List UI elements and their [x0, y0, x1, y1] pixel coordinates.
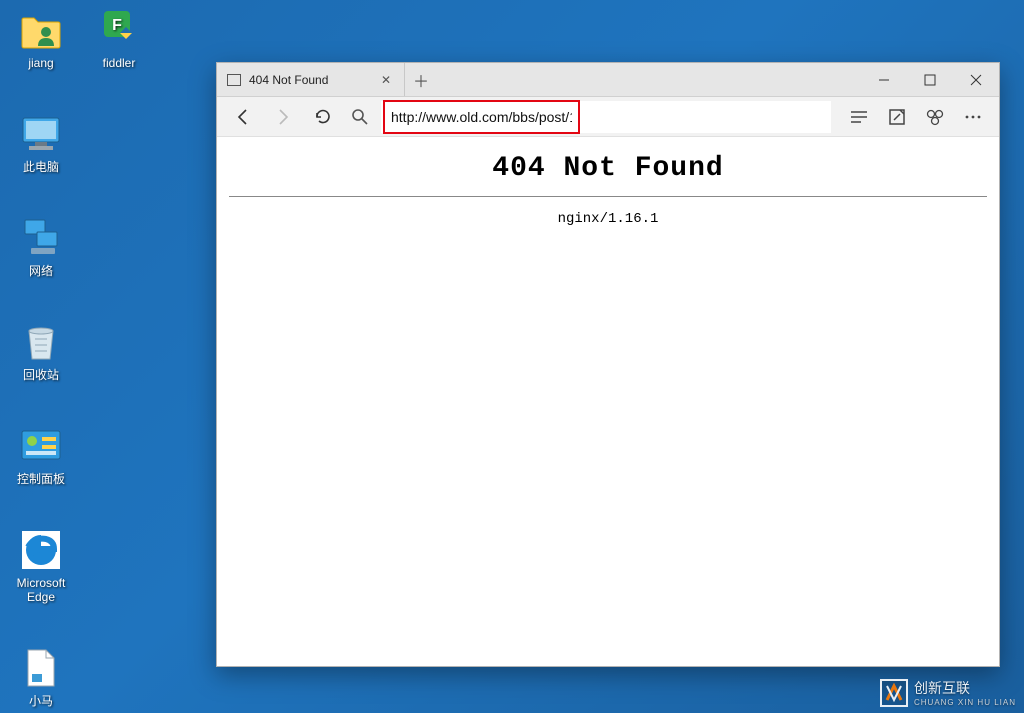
desktop-icon-network[interactable]: 网络 [4, 216, 78, 278]
tab-close-button[interactable]: ✕ [376, 73, 396, 87]
refresh-button[interactable] [305, 99, 341, 135]
desktop-icon-recycle-bin[interactable]: 回收站 [4, 320, 78, 382]
svg-text:F: F [112, 17, 122, 34]
watermark: 创新互联 CHUANG XIN HU LIAN [880, 678, 1016, 707]
recycle-bin-icon [19, 320, 63, 364]
desktop-icon-user-folder[interactable]: jiang [4, 8, 78, 70]
browser-tab[interactable]: 404 Not Found ✕ [217, 63, 405, 96]
forward-button[interactable] [265, 99, 301, 135]
reading-view-button[interactable] [841, 99, 877, 135]
desktop-icon-label: 此电脑 [23, 160, 59, 174]
watermark-logo-icon [880, 679, 908, 707]
minimize-button[interactable] [861, 63, 907, 96]
desktop-icon-xiaoma[interactable]: 小马 [4, 646, 78, 708]
titlebar: 404 Not Found ✕ ＋ [217, 63, 999, 97]
desktop-icon-control-panel[interactable]: 控制面板 [4, 424, 78, 486]
address-input[interactable] [391, 109, 572, 125]
watermark-sub: CHUANG XIN HU LIAN [914, 698, 1016, 707]
browser-toolbar [217, 97, 999, 137]
back-button[interactable] [225, 99, 261, 135]
window-controls [861, 63, 999, 96]
desktop-icon-label: jiang [28, 56, 53, 70]
desktop-icon-label: Microsoft Edge [17, 576, 66, 604]
window-close-button[interactable] [953, 63, 999, 96]
more-button[interactable] [955, 99, 991, 135]
desktop-icon-fiddler[interactable]: F fiddler [82, 8, 156, 70]
error-heading: 404 Not Found [229, 153, 987, 184]
browser-window: 404 Not Found ✕ ＋ [216, 62, 1000, 667]
toolbar-right-tools [841, 99, 991, 135]
server-signature: nginx/1.16.1 [229, 211, 987, 227]
watermark-brand: 创新互联 [914, 680, 970, 696]
this-pc-icon [19, 112, 63, 156]
control-panel-icon [19, 424, 63, 468]
new-tab-button[interactable]: ＋ [405, 63, 437, 96]
desktop-icon-label: 回收站 [23, 368, 59, 382]
desktop-icon-edge[interactable]: Microsoft Edge [4, 528, 78, 604]
desktop-icon-label: 控制面板 [17, 472, 65, 486]
share-button[interactable] [917, 99, 953, 135]
address-highlight-annotation [383, 100, 580, 134]
edge-icon [19, 528, 63, 572]
search-icon[interactable] [345, 108, 375, 126]
desktop-icon-this-pc[interactable]: 此电脑 [4, 112, 78, 174]
divider [229, 196, 987, 197]
maximize-button[interactable] [907, 63, 953, 96]
folder-user-icon [19, 8, 63, 52]
fiddler-icon: F [97, 8, 141, 52]
desktop-icon-label: fiddler [103, 56, 136, 70]
desktop-icon-label: 网络 [29, 264, 53, 278]
page-icon [227, 74, 241, 86]
network-icon [19, 216, 63, 260]
notes-button[interactable] [879, 99, 915, 135]
file-icon [19, 646, 63, 690]
watermark-text: 创新互联 CHUANG XIN HU LIAN [914, 678, 1016, 707]
address-bar[interactable] [381, 101, 831, 133]
page-content: 404 Not Found nginx/1.16.1 [217, 137, 999, 666]
titlebar-spacer [437, 63, 861, 96]
desktop-icon-label: 小马 [29, 694, 53, 708]
tab-title: 404 Not Found [249, 73, 376, 87]
